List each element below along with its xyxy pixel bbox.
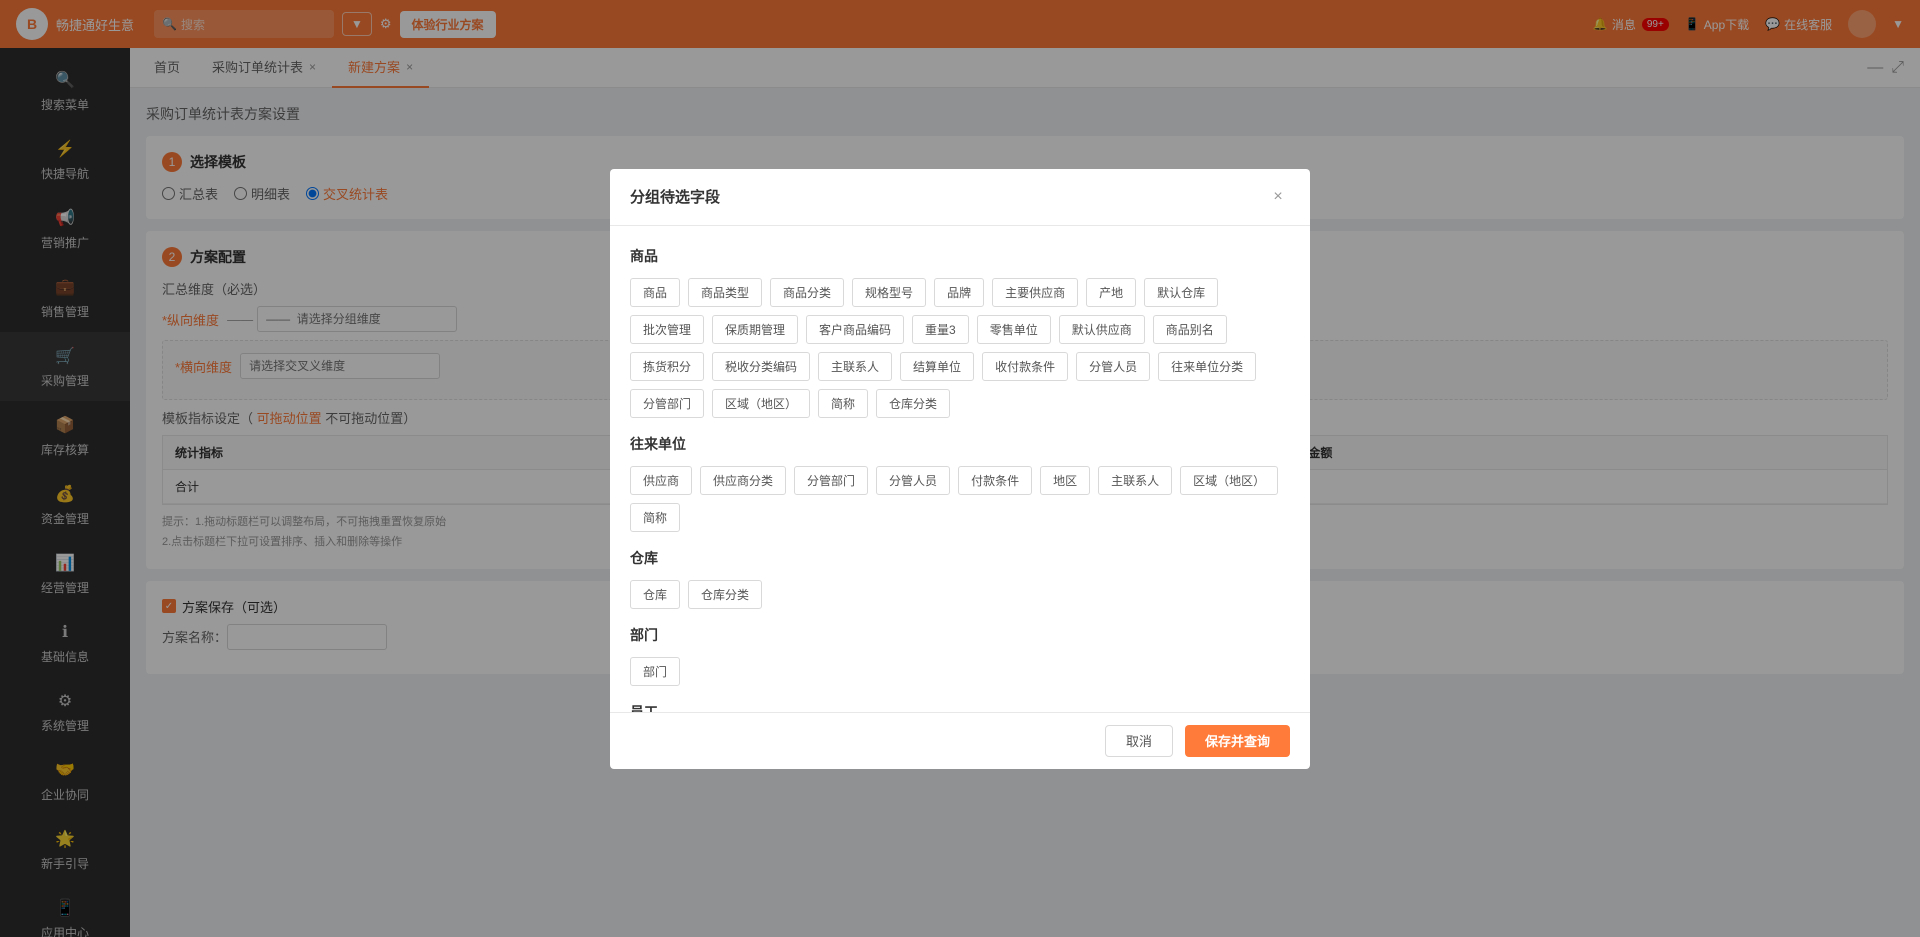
field-tag-1-6[interactable]: 主联系人 xyxy=(1098,466,1172,495)
modal-section-fields-2: 仓库仓库分类 xyxy=(630,580,1290,609)
modal-section-title-0: 商品 xyxy=(630,246,1290,266)
field-tag-0-17[interactable]: 主联系人 xyxy=(818,352,892,381)
field-tag-2-0[interactable]: 仓库 xyxy=(630,580,680,609)
cancel-btn[interactable]: 取消 xyxy=(1105,725,1173,757)
field-tag-0-24[interactable]: 简称 xyxy=(818,389,868,418)
field-tag-0-22[interactable]: 分管部门 xyxy=(630,389,704,418)
field-tag-1-3[interactable]: 分管人员 xyxy=(876,466,950,495)
field-tag-0-16[interactable]: 税收分类编码 xyxy=(712,352,810,381)
field-tag-0-4[interactable]: 品牌 xyxy=(934,278,984,307)
field-tag-0-8[interactable]: 批次管理 xyxy=(630,315,704,344)
field-tag-0-2[interactable]: 商品分类 xyxy=(770,278,844,307)
modal-section-fields-3: 部门 xyxy=(630,657,1290,686)
field-tag-0-19[interactable]: 收付款条件 xyxy=(982,352,1068,381)
field-tag-0-23[interactable]: 区域（地区） xyxy=(712,389,810,418)
field-tag-0-15[interactable]: 拣货积分 xyxy=(630,352,704,381)
field-tag-0-13[interactable]: 默认供应商 xyxy=(1059,315,1145,344)
field-tag-0-1[interactable]: 商品类型 xyxy=(688,278,762,307)
modal-body: 商品商品商品类型商品分类规格型号品牌主要供应商产地默认仓库批次管理保质期管理客户… xyxy=(610,226,1310,712)
field-tag-1-2[interactable]: 分管部门 xyxy=(794,466,868,495)
confirm-btn[interactable]: 保存并查询 xyxy=(1185,725,1290,757)
field-tag-0-6[interactable]: 产地 xyxy=(1086,278,1136,307)
modal-footer: 取消 保存并查询 xyxy=(610,712,1310,769)
modal-overlay: 分组待选字段 × 商品商品商品类型商品分类规格型号品牌主要供应商产地默认仓库批次… xyxy=(0,0,1920,937)
field-tag-3-0[interactable]: 部门 xyxy=(630,657,680,686)
field-tag-0-18[interactable]: 结算单位 xyxy=(900,352,974,381)
modal-header: 分组待选字段 × xyxy=(610,169,1310,226)
field-tag-0-21[interactable]: 往来单位分类 xyxy=(1158,352,1256,381)
field-tag-1-7[interactable]: 区域（地区） xyxy=(1180,466,1278,495)
field-tag-0-14[interactable]: 商品别名 xyxy=(1153,315,1227,344)
modal-section-title-1: 往来单位 xyxy=(630,434,1290,454)
field-tag-2-1[interactable]: 仓库分类 xyxy=(688,580,762,609)
field-tag-0-12[interactable]: 零售单位 xyxy=(977,315,1051,344)
field-tag-1-4[interactable]: 付款条件 xyxy=(958,466,1032,495)
field-tag-0-10[interactable]: 客户商品编码 xyxy=(806,315,904,344)
modal-section-title-2: 仓库 xyxy=(630,548,1290,568)
modal-section-title-3: 部门 xyxy=(630,625,1290,645)
field-tag-0-9[interactable]: 保质期管理 xyxy=(712,315,798,344)
modal-title: 分组待选字段 xyxy=(630,186,720,207)
field-tag-1-0[interactable]: 供应商 xyxy=(630,466,692,495)
field-tag-0-0[interactable]: 商品 xyxy=(630,278,680,307)
field-tag-0-25[interactable]: 仓库分类 xyxy=(876,389,950,418)
modal-close-btn[interactable]: × xyxy=(1266,185,1290,209)
modal-section-fields-1: 供应商供应商分类分管部门分管人员付款条件地区主联系人区域（地区） 简称 xyxy=(630,466,1290,532)
field-tag-1-5[interactable]: 地区 xyxy=(1040,466,1090,495)
field-tag-0-20[interactable]: 分管人员 xyxy=(1076,352,1150,381)
field-tag-0-7[interactable]: 默认仓库 xyxy=(1144,278,1218,307)
modal-section-fields-0: 商品商品类型商品分类规格型号品牌主要供应商产地默认仓库批次管理保质期管理客户商品… xyxy=(630,278,1290,418)
field-tag-1-8[interactable]: 简称 xyxy=(630,503,680,532)
field-tag-0-11[interactable]: 重量3 xyxy=(912,315,969,344)
modal-section-title-4: 员工 xyxy=(630,702,1290,712)
field-tag-0-3[interactable]: 规格型号 xyxy=(852,278,926,307)
modal: 分组待选字段 × 商品商品商品类型商品分类规格型号品牌主要供应商产地默认仓库批次… xyxy=(610,169,1310,769)
field-tag-0-5[interactable]: 主要供应商 xyxy=(992,278,1078,307)
field-tag-1-1[interactable]: 供应商分类 xyxy=(700,466,786,495)
